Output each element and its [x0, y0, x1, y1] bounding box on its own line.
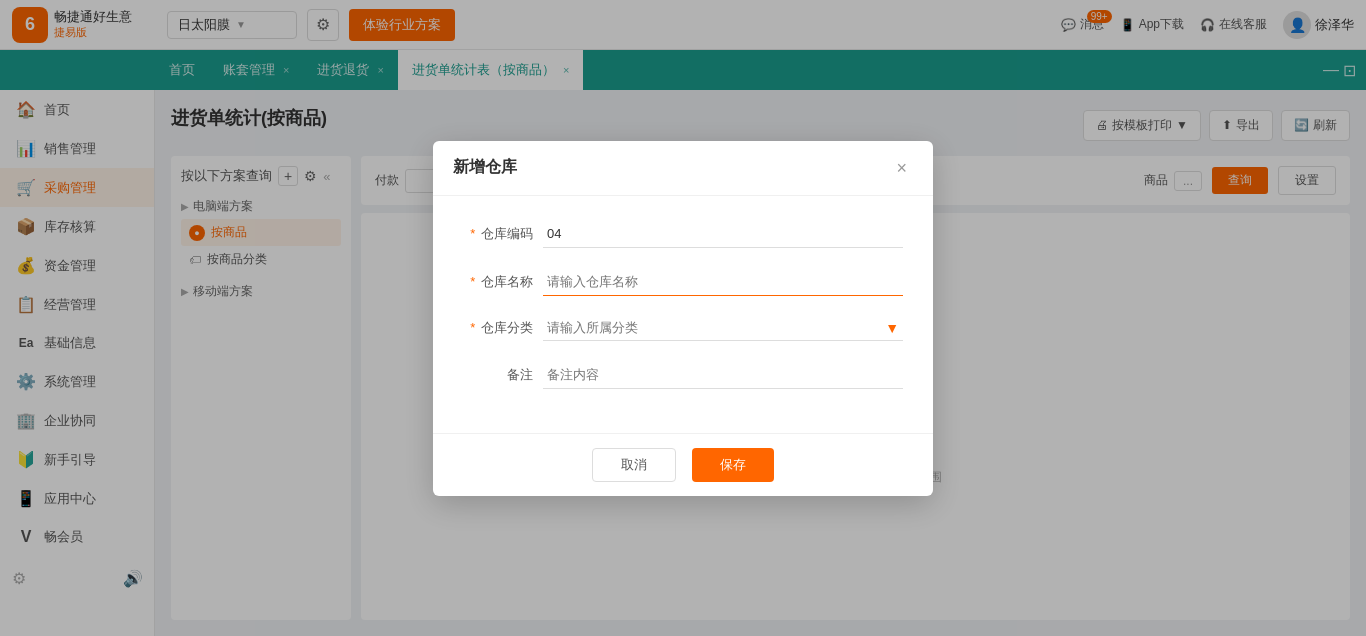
category-dropdown-arrow: ▼: [885, 320, 899, 336]
form-row-remark: 备注: [463, 361, 903, 389]
modal-footer: 取消 保存: [433, 433, 933, 496]
required-star-code: *: [470, 226, 475, 241]
save-button[interactable]: 保存: [692, 448, 774, 482]
code-label-text: 仓库编码: [481, 226, 533, 241]
modal-body: * 仓库编码 * 仓库名称 * 仓库分类: [433, 196, 933, 433]
cancel-button[interactable]: 取消: [592, 448, 676, 482]
modal-title: 新增仓库: [453, 157, 517, 178]
warehouse-category-select-wrap[interactable]: ▼: [543, 316, 903, 341]
modal-close-button[interactable]: ×: [890, 157, 913, 179]
form-row-name: * 仓库名称: [463, 268, 903, 296]
warehouse-name-input[interactable]: [543, 268, 903, 296]
remark-label-text: 备注: [507, 367, 533, 382]
warehouse-remark-input[interactable]: [543, 361, 903, 389]
modal-overlay[interactable]: 新增仓库 × * 仓库编码 * 仓库名称: [0, 0, 1366, 636]
category-label-text: 仓库分类: [481, 320, 533, 335]
warehouse-code-input[interactable]: [543, 220, 903, 248]
name-label: * 仓库名称: [463, 273, 533, 291]
new-warehouse-modal: 新增仓库 × * 仓库编码 * 仓库名称: [433, 141, 933, 496]
warehouse-category-input[interactable]: [547, 320, 885, 335]
form-row-category: * 仓库分类 ▼: [463, 316, 903, 341]
form-row-code: * 仓库编码: [463, 220, 903, 248]
required-star-name: *: [470, 274, 475, 289]
code-label: * 仓库编码: [463, 225, 533, 243]
modal-header: 新增仓库 ×: [433, 141, 933, 196]
required-star-category: *: [470, 320, 475, 335]
remark-label: 备注: [463, 366, 533, 384]
name-label-text: 仓库名称: [481, 274, 533, 289]
category-label: * 仓库分类: [463, 319, 533, 337]
